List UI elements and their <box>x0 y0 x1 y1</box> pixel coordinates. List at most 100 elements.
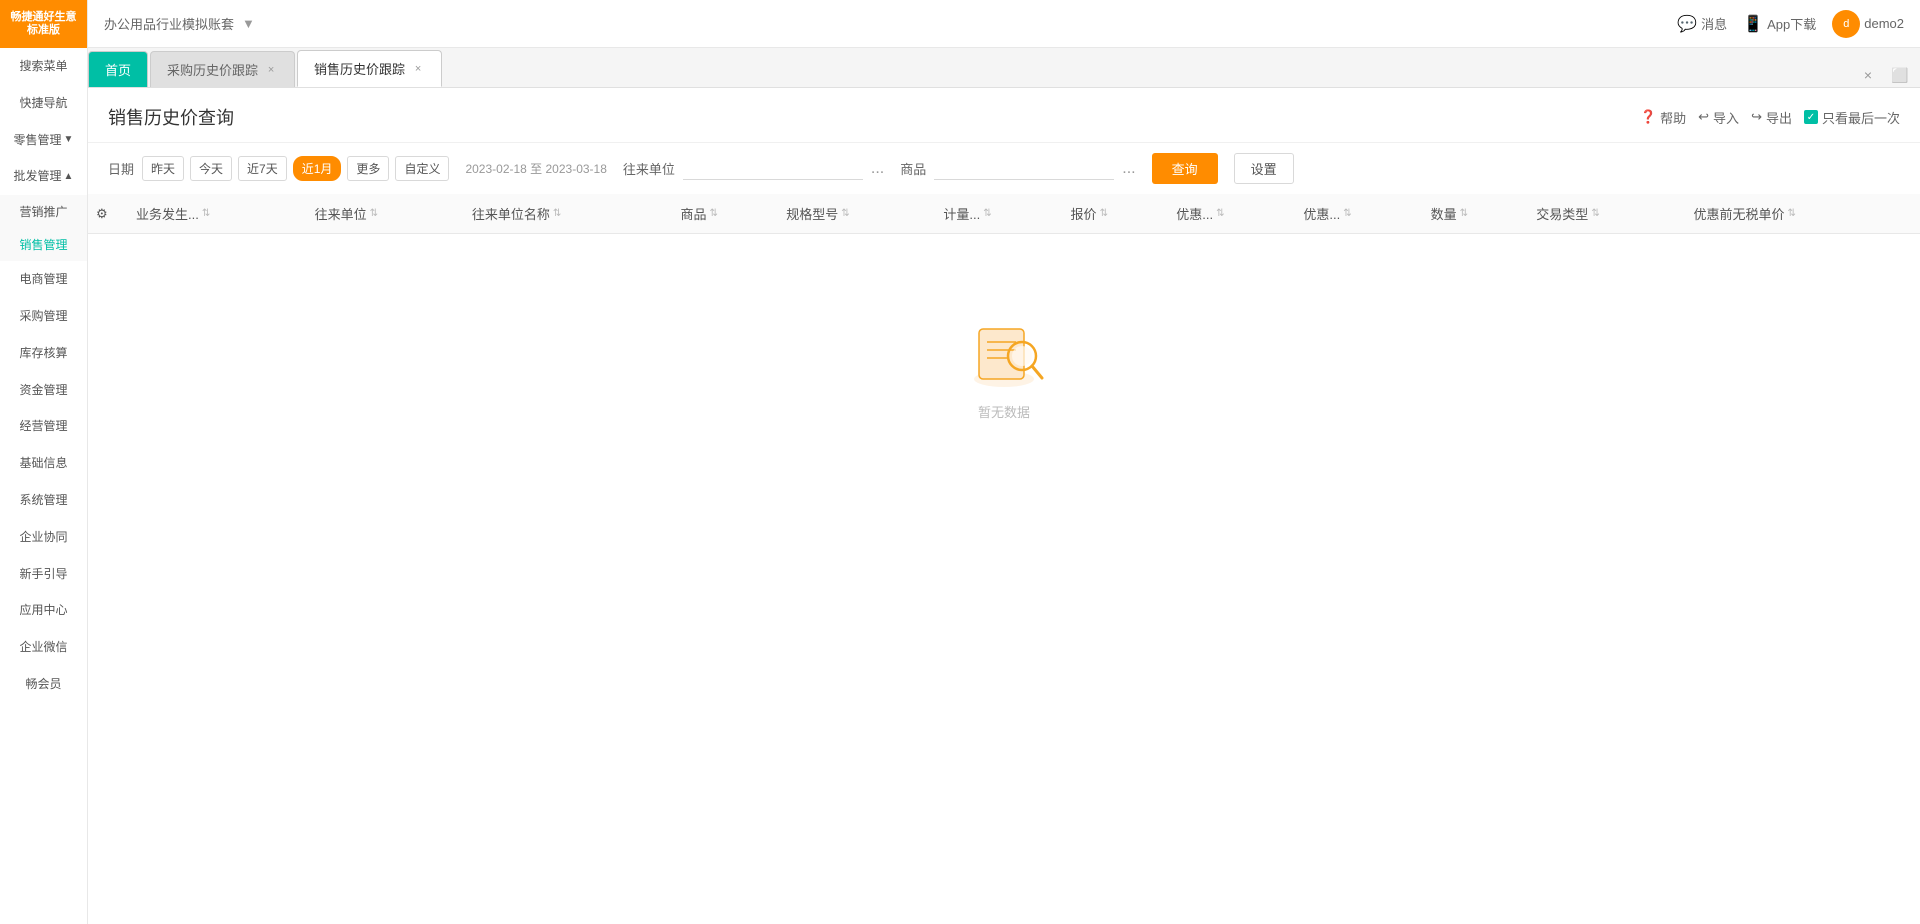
table-settings-col[interactable]: ⚙ <box>88 194 128 234</box>
logo-subtext: 标准版 <box>27 24 60 37</box>
sidebar-item-basic-info[interactable]: 基础信息 <box>0 445 87 482</box>
sidebar-item-label: 营销推广 <box>4 203 83 220</box>
tab-sales-history-close[interactable]: × <box>411 62 425 76</box>
sidebar-item-sales-mgmt[interactable]: 销售管理 <box>0 228 87 261</box>
sidebar-item-wholesale-mgmt[interactable]: 批发管理 ▲ <box>0 158 87 195</box>
sidebar-item-label: 资金管理 <box>4 382 83 399</box>
product-dots[interactable]: ... <box>1122 160 1135 178</box>
sidebar-item-label: 应用中心 <box>4 602 83 619</box>
col-pretax-price[interactable]: 优惠前无税单价 ⇅ <box>1685 194 1920 234</box>
sidebar-item-ops-mgmt[interactable]: 经营管理 <box>0 408 87 445</box>
date-range-text: 2023-02-18 至 2023-03-18 <box>465 160 606 177</box>
sort-icon-quote: ⇅ <box>1100 208 1108 219</box>
sidebar-item-ecommerce-mgmt[interactable]: 电商管理 <box>0 261 87 298</box>
col-spec[interactable]: 规格型号 ⇅ <box>778 194 935 234</box>
tab-purchase-history[interactable]: 采购历史价跟踪 × <box>150 51 295 87</box>
tab-purchase-history-close[interactable]: × <box>264 63 278 77</box>
sidebar-item-sys-mgmt[interactable]: 系统管理 <box>0 482 87 519</box>
col-product[interactable]: 商品 ⇅ <box>672 194 778 234</box>
date-btn-custom[interactable]: 自定义 <box>395 156 449 181</box>
sidebar-item-member[interactable]: 畅会员 <box>0 666 87 703</box>
chevron-down-icon: ▼ <box>64 133 74 147</box>
header-right: 💬 消息 📱 App下载 d demo2 <box>1677 10 1904 38</box>
sort-icon-spec: ⇅ <box>841 208 849 219</box>
sidebar-item-app-center[interactable]: 应用中心 <box>0 592 87 629</box>
page-header: 销售历史价查询 ❓ 帮助 ↩ 导入 ↪ 导出 ✓ 只看最后一次 <box>88 88 1920 143</box>
from-unit-label: 往来单位 <box>623 159 675 178</box>
col-quantity[interactable]: 数量 ⇅ <box>1423 194 1529 234</box>
date-filter-group: 日期 昨天 今天 近7天 近1月 更多 自定义 <box>108 156 449 181</box>
col-unit[interactable]: 计量... ⇅ <box>935 194 1062 234</box>
tab-home[interactable]: 首页 <box>88 51 148 87</box>
help-button[interactable]: ❓ 帮助 <box>1640 108 1686 127</box>
sidebar-item-new-guide[interactable]: 新手引导 <box>0 556 87 593</box>
header-left: 办公用品行业模拟账套 ▼ <box>104 14 255 33</box>
sidebar-item-retail-mgmt[interactable]: 零售管理 ▼ <box>0 122 87 159</box>
import-button[interactable]: ↩ 导入 <box>1698 108 1739 127</box>
col-unit-code[interactable]: 往来单位 ⇅ <box>307 194 464 234</box>
sidebar-item-enterprise-collab[interactable]: 企业协同 <box>0 519 87 556</box>
empty-state: 暂无数据 <box>88 234 1920 501</box>
settings-icon[interactable]: ⚙ <box>96 206 108 221</box>
sort-icon-unit: ⇅ <box>983 208 991 219</box>
sidebar-item-label: 销售管理 <box>4 236 83 253</box>
logo-text: 畅捷通好生意 <box>11 11 77 24</box>
tab-bar: 首页 采购历史价跟踪 × 销售历史价跟踪 × × ⬜ <box>88 48 1920 88</box>
date-btn-yesterday[interactable]: 昨天 <box>142 156 184 181</box>
sort-icon-discount1: ⇅ <box>1216 208 1224 219</box>
sidebar-item-marketing-promo[interactable]: 营销推广 <box>0 195 87 228</box>
col-business-date[interactable]: 业务发生... ⇅ <box>128 194 307 234</box>
table-header-row: ⚙ 业务发生... ⇅ 往来单位 ⇅ <box>88 194 1920 234</box>
sort-icon-trade-type: ⇅ <box>1591 208 1599 219</box>
sort-icon-discount2: ⇅ <box>1343 208 1351 219</box>
date-btn-1month[interactable]: 近1月 <box>293 156 342 181</box>
col-trade-type[interactable]: 交易类型 ⇅ <box>1528 194 1685 234</box>
tab-sales-history[interactable]: 销售历史价跟踪 × <box>297 50 442 87</box>
maximize-window-button[interactable]: ⬜ <box>1888 63 1912 87</box>
only-last-checkbox-group[interactable]: ✓ 只看最后一次 <box>1804 108 1900 127</box>
app-download-button[interactable]: 📱 App下载 <box>1743 14 1816 34</box>
product-input[interactable] <box>934 158 1114 180</box>
export-button[interactable]: ↪ 导出 <box>1751 108 1792 127</box>
chevron-up-icon: ▲ <box>64 170 74 184</box>
date-btn-today[interactable]: 今天 <box>190 156 232 181</box>
sidebar-item-label: 批发管理 <box>14 168 62 185</box>
from-unit-dots[interactable]: ... <box>871 160 884 178</box>
sidebar-item-label: 采购管理 <box>4 308 83 325</box>
col-pretax-price-label: 优惠前无税单价 <box>1693 204 1784 223</box>
message-button[interactable]: 💬 消息 <box>1677 14 1727 34</box>
from-unit-input[interactable] <box>683 158 863 180</box>
tab-controls: × ⬜ <box>1848 63 1920 87</box>
import-icon: ↩ <box>1698 109 1709 125</box>
message-icon: 💬 <box>1677 14 1697 34</box>
col-unit-name-label: 往来单位名称 <box>472 204 550 223</box>
col-unit-name[interactable]: 往来单位名称 ⇅ <box>464 194 673 234</box>
sidebar-item-inventory-calc[interactable]: 库存核算 <box>0 335 87 372</box>
sidebar-item-quick-nav[interactable]: 快捷导航 <box>0 85 87 122</box>
sidebar-item-label: 经营管理 <box>4 418 83 435</box>
sidebar-item-finance-mgmt[interactable]: 资金管理 <box>0 372 87 409</box>
avatar: d <box>1832 10 1860 38</box>
date-filter-label: 日期 <box>108 159 134 178</box>
sidebar-item-label: 企业协同 <box>4 529 83 546</box>
settings-button[interactable]: 设置 <box>1234 153 1294 184</box>
tab-sales-history-label: 销售历史价跟踪 <box>314 59 405 78</box>
close-window-button[interactable]: × <box>1856 63 1880 87</box>
date-btn-7days[interactable]: 近7天 <box>238 156 287 181</box>
company-dropdown-icon[interactable]: ▼ <box>242 16 255 31</box>
user-menu[interactable]: d demo2 <box>1832 10 1904 38</box>
table-header: ⚙ 业务发生... ⇅ 往来单位 ⇅ <box>88 194 1920 234</box>
empty-icon <box>954 314 1054 394</box>
date-btn-more[interactable]: 更多 <box>347 156 389 181</box>
sidebar-item-search[interactable]: 搜索菜单 <box>0 48 87 85</box>
query-button[interactable]: 查询 <box>1152 153 1218 184</box>
sidebar-item-enterprise-wechat[interactable]: 企业微信 <box>0 629 87 666</box>
app-download-icon: 📱 <box>1743 14 1763 34</box>
col-discount2[interactable]: 优惠... ⇅ <box>1295 194 1422 234</box>
sidebar-item-label: 基础信息 <box>4 455 83 472</box>
col-quote[interactable]: 报价 ⇅ <box>1063 194 1169 234</box>
only-last-checkbox[interactable]: ✓ <box>1804 110 1818 124</box>
sidebar-item-purchase-mgmt[interactable]: 采购管理 <box>0 298 87 335</box>
current-company-label[interactable]: 办公用品行业模拟账套 <box>104 14 234 33</box>
col-discount1[interactable]: 优惠... ⇅ <box>1168 194 1295 234</box>
